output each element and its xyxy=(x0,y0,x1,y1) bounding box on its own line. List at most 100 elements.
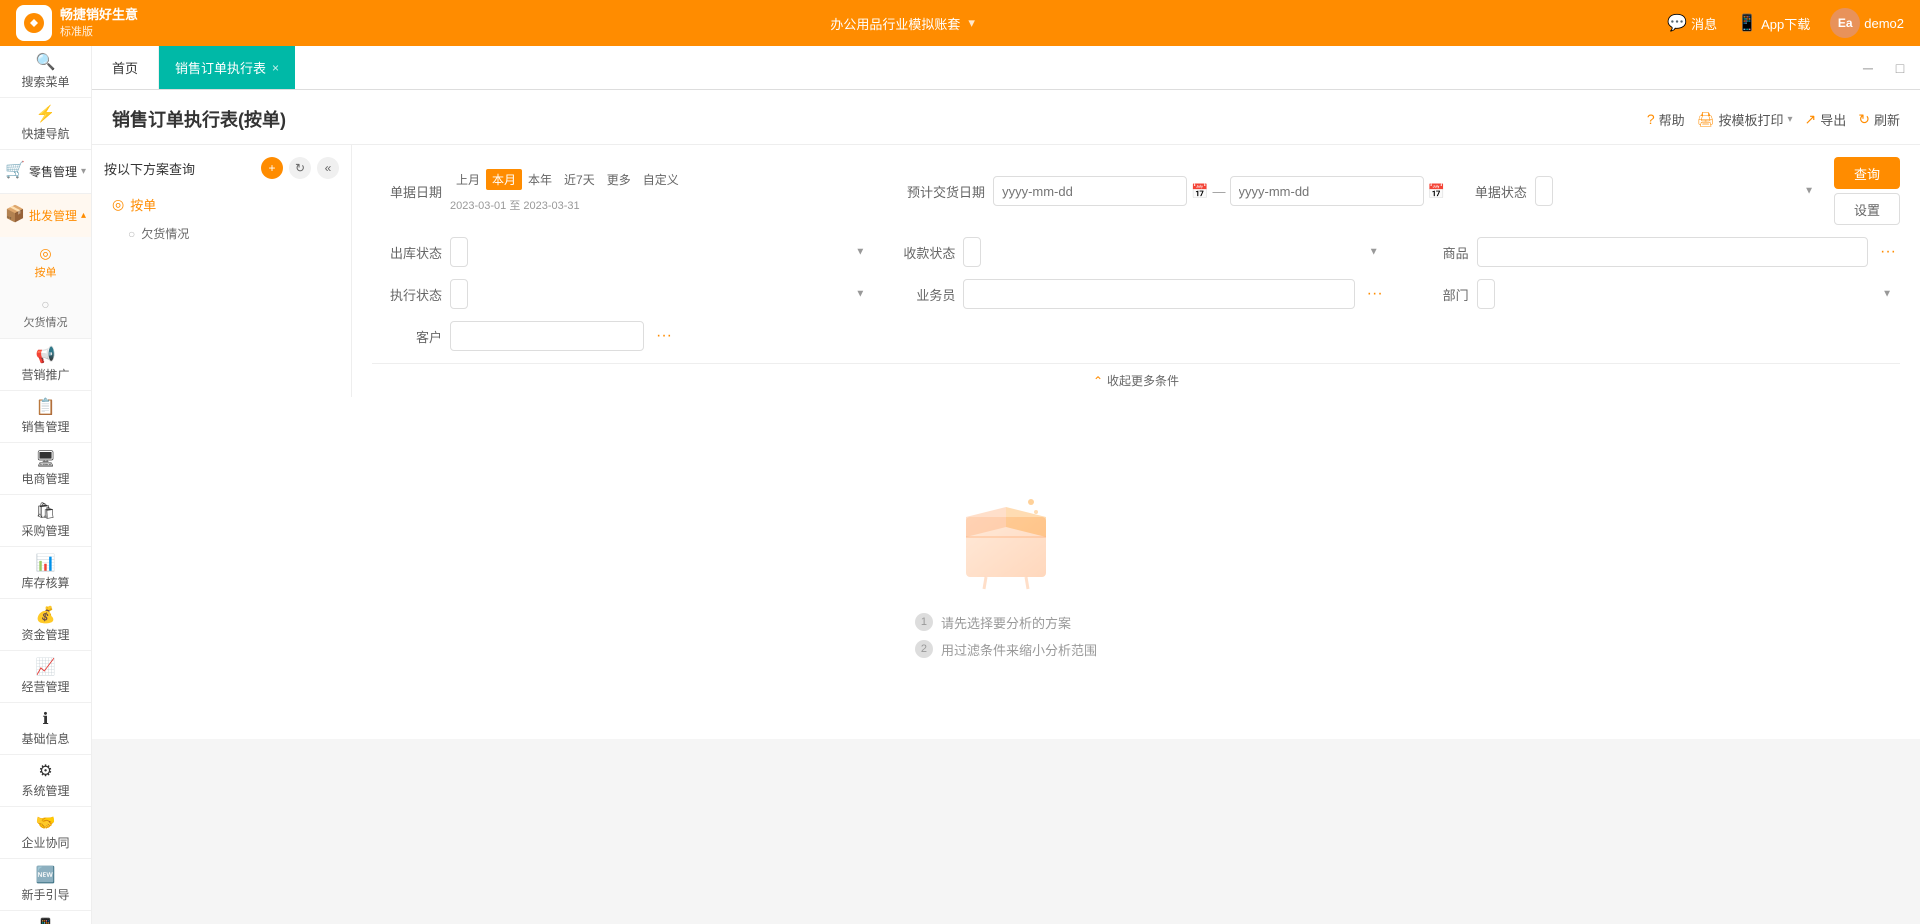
dept-select-wrap xyxy=(1477,279,1900,309)
header-dropdown-icon[interactable]: ▾ xyxy=(968,15,975,31)
app-center-icon: 📱 xyxy=(36,917,56,924)
date-tab-自定义[interactable]: 自定义 xyxy=(637,169,685,190)
salesman-more-btn[interactable]: ··· xyxy=(1363,285,1387,303)
expected-date-label: 预计交货日期 xyxy=(895,182,985,201)
dept-label: 部门 xyxy=(1399,285,1469,304)
hint-num-2: 2 xyxy=(915,640,933,658)
sidebar-item-inventory[interactable]: 📊 库存核算 xyxy=(0,547,91,599)
expected-date-to[interactable] xyxy=(1230,176,1424,206)
sidebar-item-app-center[interactable]: 📱 应用中心 xyxy=(0,911,91,924)
field-salesman: 业务员 ··· xyxy=(885,279,1386,309)
expected-date-from[interactable] xyxy=(993,176,1187,206)
tab-sales-order[interactable]: 销售订单执行表 × xyxy=(159,46,295,89)
sidebar-item-system[interactable]: ⚙ 系统管理 xyxy=(0,755,91,807)
message-label: 消息 xyxy=(1691,14,1717,33)
customer-input[interactable] xyxy=(450,321,644,351)
field-collect-status: 收款状态 xyxy=(885,237,1386,267)
scheme-item-按单[interactable]: ◎ 按单 xyxy=(104,189,339,220)
sidebar-item-marketing[interactable]: 📢 营销推广 xyxy=(0,339,91,391)
collapse-scheme-btn[interactable]: « xyxy=(317,157,339,179)
refresh-btn[interactable]: ↻ 刷新 xyxy=(1858,110,1900,129)
collect-status-select-wrap xyxy=(963,237,1386,267)
collect-status-select[interactable] xyxy=(963,237,981,267)
field-expected-date: 预计交货日期 📅 — 📅 xyxy=(895,176,1445,206)
calendar-icon-1[interactable]: 📅 xyxy=(1191,183,1208,200)
goods-more-btn[interactable]: ··· xyxy=(1876,243,1900,261)
refresh-scheme-btn[interactable]: ↻ xyxy=(289,157,311,179)
sidebar-item-purchase[interactable]: 🛍 采购管理 xyxy=(0,495,91,547)
customer-more-btn[interactable]: ··· xyxy=(652,327,676,345)
sidebar-item-newcomer[interactable]: 🆕 新手引导 xyxy=(0,859,91,911)
sidebar-newcomer-label: 新手引导 xyxy=(21,888,69,904)
dept-select[interactable] xyxy=(1477,279,1495,309)
app-download-btn[interactable]: 📱 App下载 xyxy=(1737,13,1810,33)
sidebar-sales-label: 销售管理 xyxy=(21,420,69,436)
collapse-more-btn[interactable]: ⌃ 收起更多条件 xyxy=(372,363,1900,397)
hint-num-1: 1 xyxy=(915,613,933,631)
exec-status-select-wrap xyxy=(450,279,873,309)
sidebar-item-basic-info[interactable]: ℹ 基础信息 xyxy=(0,703,91,755)
user-menu[interactable]: Ea demo2 xyxy=(1830,8,1904,38)
query-btn-group: 查询 设置 xyxy=(1834,157,1900,225)
help-btn[interactable]: ? 帮助 xyxy=(1647,110,1685,129)
print-dropdown-icon: ▾ xyxy=(1787,114,1792,125)
sidebar-item-finance[interactable]: 💰 资金管理 xyxy=(0,599,91,651)
sidebar-item-ecommerce[interactable]: 🖥 电商管理 xyxy=(0,443,91,495)
sidebar-item-operations[interactable]: 📈 经营管理 xyxy=(0,651,91,703)
salesman-label: 业务员 xyxy=(885,285,955,304)
condition-row-3: 执行状态 业务员 xyxy=(372,279,1900,309)
content-panel: 销售订单执行表(按单) ? 帮助 🖨 按模板打印 ▾ xyxy=(92,90,1920,739)
tab-minimize-btn[interactable]: ─ xyxy=(1856,56,1880,80)
wholesale-arrow-icon: ▴ xyxy=(81,210,86,221)
app-download-icon: 📱 xyxy=(1737,13,1757,33)
exec-status-select[interactable] xyxy=(450,279,468,309)
tab-bar-actions: ─ □ xyxy=(1856,56,1920,80)
goods-input[interactable] xyxy=(1477,237,1868,267)
message-icon: 💬 xyxy=(1667,13,1687,33)
sidebar-system-label: 系统管理 xyxy=(21,784,69,800)
filter-panel: 按以下方案查询 + ↻ « ◎ 按单 xyxy=(92,145,1920,397)
date-tab-本月[interactable]: 本月 xyxy=(486,169,522,190)
out-status-select-wrap xyxy=(450,237,873,267)
sidebar-wholesale-label: 批发管理 xyxy=(29,207,77,224)
add-scheme-btn[interactable]: + xyxy=(261,157,283,179)
collapse-more-label: 收起更多条件 xyxy=(1107,372,1179,389)
retail-icon: 🛒 xyxy=(5,160,25,180)
sidebar-basic-info-label: 基础信息 xyxy=(21,732,69,748)
sidebar-item-sales[interactable]: 📋 销售管理 xyxy=(0,391,91,443)
print-template-btn[interactable]: 🖨 按模板打印 ▾ xyxy=(1697,110,1793,129)
date-tab-上月[interactable]: 上月 xyxy=(450,169,486,190)
status-select[interactable] xyxy=(1535,176,1553,206)
exec-status-label: 执行状态 xyxy=(372,285,442,304)
calendar-icon-2[interactable]: 📅 xyxy=(1428,183,1445,200)
sidebar-item-wholesale[interactable]: 📦 批发管理 ▴ xyxy=(0,194,91,237)
date-tab-近7天[interactable]: 近7天 xyxy=(558,169,601,190)
search-conditions: 单据日期 上月 本月 本年 近7天 更多 自定义 xyxy=(352,145,1920,397)
header-center: 办公用品行业模拟账套 ▾ xyxy=(830,14,975,33)
sidebar-group-retail: 🛒 零售管理 ▾ xyxy=(0,150,91,194)
salesman-input[interactable] xyxy=(963,279,1354,309)
empty-hint-1: 1 请先选择要分析的方案 xyxy=(915,613,1097,632)
date-tab-本年[interactable]: 本年 xyxy=(522,169,558,190)
sidebar-item-search-menu[interactable]: 🔍 搜索菜单 xyxy=(0,46,91,98)
sidebar-item-quick-nav[interactable]: ⚡ 快捷导航 xyxy=(0,98,91,150)
message-btn[interactable]: 💬 消息 xyxy=(1667,13,1717,33)
page-header: 销售订单执行表(按单) ? 帮助 🖨 按模板打印 ▾ xyxy=(92,90,1920,145)
refresh-label: 刷新 xyxy=(1874,110,1900,129)
tab-maximize-btn[interactable]: □ xyxy=(1888,56,1912,80)
tab-sales-order-label: 销售订单执行表 xyxy=(175,58,266,77)
sidebar-item-enterprise[interactable]: 🤝 企业协同 xyxy=(0,807,91,859)
query-button[interactable]: 查询 xyxy=(1834,157,1900,189)
tab-home[interactable]: 首页 xyxy=(92,46,159,89)
export-btn[interactable]: ↗ 导出 xyxy=(1805,110,1847,129)
filter-left: 按以下方案查询 + ↻ « ◎ 按单 xyxy=(92,145,352,397)
scheme-sub-item-欠货情况[interactable]: ○ 欠货情况 xyxy=(104,220,339,247)
sidebar-sub-item-按单[interactable]: ◎ 按单 xyxy=(0,237,91,288)
settings-button[interactable]: 设置 xyxy=(1834,193,1900,225)
sidebar-item-retail[interactable]: 🛒 零售管理 ▾ xyxy=(0,150,91,193)
date-tabs: 上月 本月 本年 近7天 更多 自定义 xyxy=(450,169,883,190)
sidebar-sub-item-欠货情况[interactable]: ○ 欠货情况 xyxy=(0,288,91,338)
date-tab-更多[interactable]: 更多 xyxy=(601,169,637,190)
out-status-select[interactable] xyxy=(450,237,468,267)
tab-close-btn[interactable]: × xyxy=(272,61,279,75)
